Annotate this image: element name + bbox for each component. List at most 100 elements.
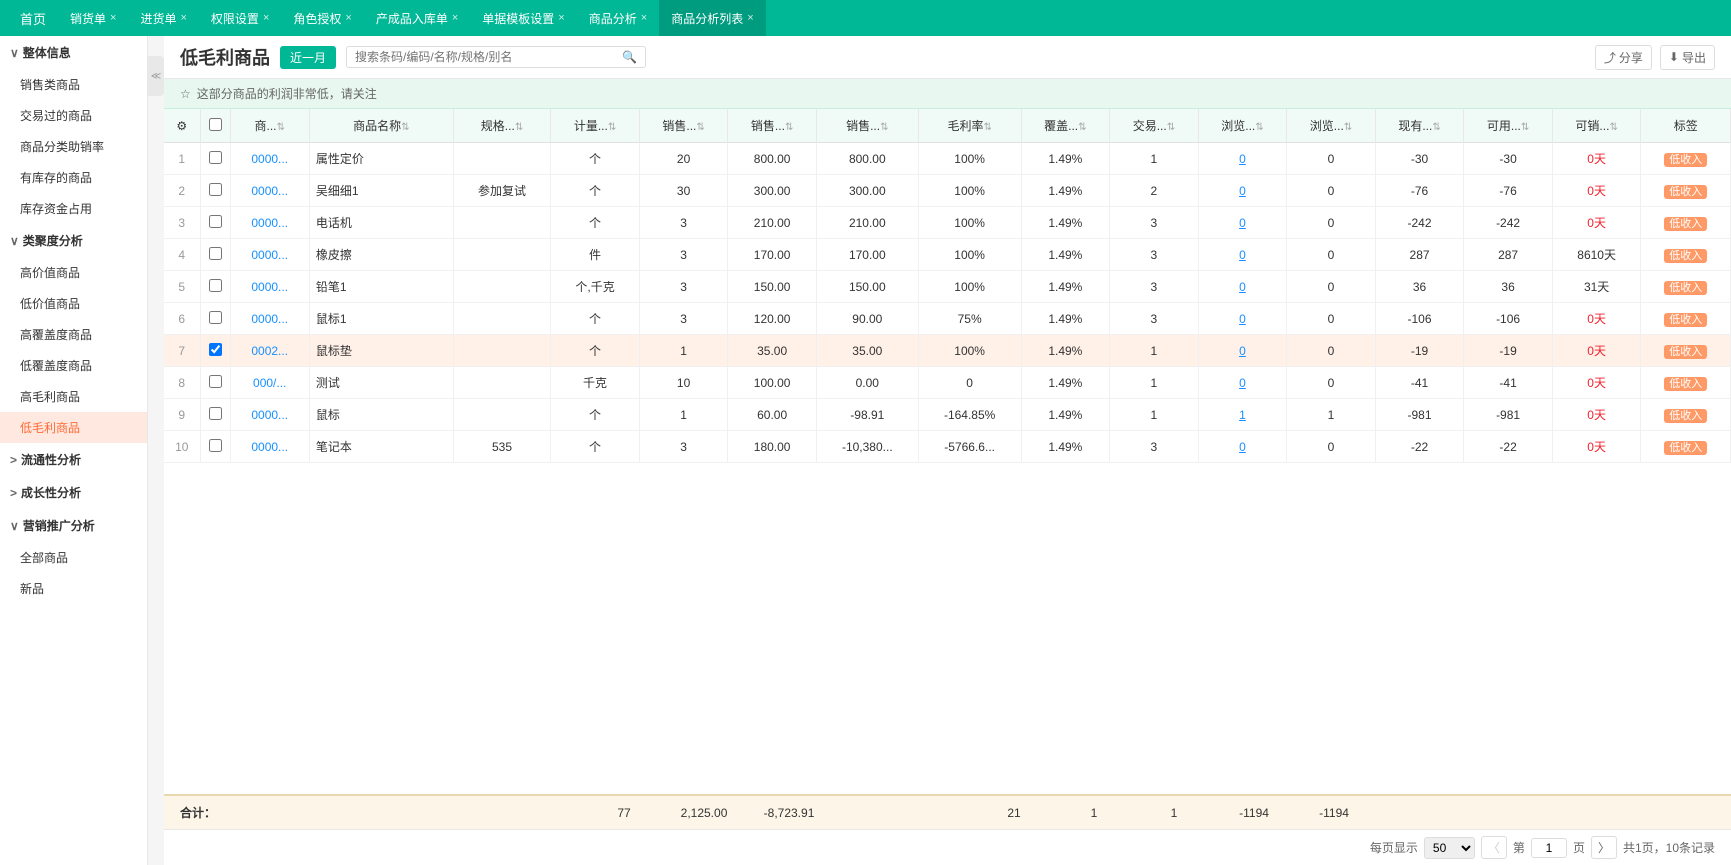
row-select-checkbox[interactable] <box>209 151 222 164</box>
row-view1[interactable]: 0 <box>1198 335 1287 367</box>
row-select-checkbox[interactable] <box>209 375 222 388</box>
row-view1[interactable]: 0 <box>1198 303 1287 335</box>
row-view1[interactable]: 0 <box>1198 431 1287 463</box>
row-checkbox[interactable] <box>200 239 230 271</box>
sidebar-group-circulation[interactable]: > 流通性分析 <box>0 443 147 476</box>
sidebar-collapse-button[interactable]: ≪ <box>148 56 164 96</box>
search-input[interactable] <box>355 50 622 64</box>
row-view1[interactable]: 0 <box>1198 239 1287 271</box>
row-select-checkbox[interactable] <box>209 247 222 260</box>
sidebar-group-cluster[interactable]: ∨ 类聚度分析 <box>0 224 147 257</box>
sidebar-item-all-goods[interactable]: 全部商品 <box>0 542 147 573</box>
gross-margin-col-header[interactable]: 毛利率⇅ <box>918 109 1021 143</box>
nav-product-stock[interactable]: 产成品入库单 × <box>364 0 470 36</box>
row-select-checkbox[interactable] <box>209 215 222 228</box>
nav-goods-analysis-list[interactable]: 商品分析列表 × <box>659 0 765 36</box>
sidebar-item-high-coverage[interactable]: 高覆盖度商品 <box>0 319 147 350</box>
sidebar-item-traded-goods[interactable]: 交易过的商品 <box>0 100 147 131</box>
sort-icon: ⇅ <box>1344 122 1352 133</box>
row-select-checkbox[interactable] <box>209 343 222 356</box>
time-filter-button[interactable]: 近一月 <box>280 46 336 69</box>
next-page-button[interactable]: 〉 <box>1591 836 1617 859</box>
row-num: 7 <box>164 335 200 367</box>
close-goods-analysis-tab[interactable]: × <box>641 12 647 24</box>
sidebar-group-marketing[interactable]: ∨ 营销推广分析 <box>0 509 147 542</box>
row-view1[interactable]: 0 <box>1198 271 1287 303</box>
row-checkbox[interactable] <box>200 367 230 399</box>
row-checkbox[interactable] <box>200 399 230 431</box>
prev-page-button[interactable]: 〈 <box>1481 836 1507 859</box>
row-select-checkbox[interactable] <box>209 183 222 196</box>
view2-col-header[interactable]: 浏览...⇅ <box>1287 109 1376 143</box>
sidebar-item-stocked-goods[interactable]: 有库存的商品 <box>0 162 147 193</box>
view1-col-header[interactable]: 浏览...⇅ <box>1198 109 1287 143</box>
sidebar-item-category-rate[interactable]: 商品分类助销率 <box>0 131 147 162</box>
export-button[interactable]: ⬇ 导出 <box>1660 45 1715 70</box>
sidebar-group-growth[interactable]: > 成长性分析 <box>0 476 147 509</box>
row-checkbox[interactable] <box>200 303 230 335</box>
spec-col-header[interactable]: 规格...⇅ <box>453 109 551 143</box>
row-select-checkbox[interactable] <box>209 439 222 452</box>
row-view1[interactable]: 0 <box>1198 175 1287 207</box>
nav-goods-analysis[interactable]: 商品分析 × <box>577 0 659 36</box>
row-select-checkbox[interactable] <box>209 311 222 324</box>
nav-home[interactable]: 首页 <box>8 0 58 36</box>
name-col-header[interactable]: 商品名称⇅ <box>309 109 453 143</box>
sidebar-item-high-margin[interactable]: 高毛利商品 <box>0 381 147 412</box>
nav-template[interactable]: 单据模板设置 × <box>470 0 576 36</box>
sales-amount-col-header[interactable]: 销售...⇅ <box>816 109 918 143</box>
row-select-checkbox[interactable] <box>209 279 222 292</box>
tag-col-header[interactable]: 标签 <box>1641 109 1731 143</box>
sidebar-item-new-goods[interactable]: 新品 <box>0 573 147 604</box>
share-button[interactable]: ⤴ 分享 <box>1595 45 1652 70</box>
select-all-checkbox[interactable] <box>209 118 222 131</box>
checkbox-col-header[interactable] <box>200 109 230 143</box>
search-icon[interactable]: 🔍 <box>622 50 637 64</box>
current-col-header[interactable]: 现有...⇅ <box>1375 109 1464 143</box>
row-view1[interactable]: 0 <box>1198 207 1287 239</box>
close-permissions-tab[interactable]: × <box>263 12 269 24</box>
nav-purchase[interactable]: 进货单 × <box>128 0 198 36</box>
row-checkbox[interactable] <box>200 143 230 175</box>
row-name: 鼠标1 <box>309 303 453 335</box>
sidebar-item-low-coverage[interactable]: 低覆盖度商品 <box>0 350 147 381</box>
row-checkbox[interactable] <box>200 175 230 207</box>
nav-role-auth[interactable]: 角色授权 × <box>281 0 363 36</box>
sidebar-item-high-value[interactable]: 高价值商品 <box>0 257 147 288</box>
close-purchase-tab[interactable]: × <box>180 12 186 24</box>
sales-price-col-header[interactable]: 销售...⇅ <box>728 109 817 143</box>
row-sales-amount: -98.91 <box>816 399 918 431</box>
row-view1[interactable]: 1 <box>1198 399 1287 431</box>
close-template-tab[interactable]: × <box>558 12 564 24</box>
settings-col-header[interactable]: ⚙ <box>164 109 200 143</box>
close-role-tab[interactable]: × <box>345 12 351 24</box>
close-product-stock-tab[interactable]: × <box>452 12 458 24</box>
sales-qty-col-header[interactable]: 销售...⇅ <box>639 109 728 143</box>
row-checkbox[interactable] <box>200 271 230 303</box>
saleable-col-header[interactable]: 可销...⇅ <box>1552 109 1641 143</box>
per-page-select[interactable]: 50 100 200 <box>1424 837 1475 859</box>
row-view1[interactable]: 0 <box>1198 143 1287 175</box>
sidebar-item-sales-goods[interactable]: 销售类商品 <box>0 69 147 100</box>
total-trade: 21 <box>974 806 1054 820</box>
code-col-header[interactable]: 商...⇅ <box>230 109 309 143</box>
close-goods-analysis-list-tab[interactable]: × <box>747 12 753 24</box>
trade-col-header[interactable]: 交易...⇅ <box>1110 109 1199 143</box>
unit-col-header[interactable]: 计量...⇅ <box>551 109 640 143</box>
sidebar-item-low-margin[interactable]: 低毛利商品 <box>0 412 147 443</box>
nav-permissions[interactable]: 权限设置 × <box>199 0 281 36</box>
sidebar-item-inventory-capital[interactable]: 库存资金占用 <box>0 193 147 224</box>
close-sales-tab[interactable]: × <box>110 12 116 24</box>
row-checkbox[interactable] <box>200 431 230 463</box>
page-input[interactable] <box>1531 838 1567 858</box>
available-col-header[interactable]: 可用...⇅ <box>1464 109 1553 143</box>
sidebar-item-low-value[interactable]: 低价值商品 <box>0 288 147 319</box>
nav-sales[interactable]: 销货单 × <box>58 0 128 36</box>
row-trade: 3 <box>1110 239 1199 271</box>
row-checkbox[interactable] <box>200 335 230 367</box>
sidebar-group-overall[interactable]: ∨ 整体信息 <box>0 36 147 69</box>
row-view1[interactable]: 0 <box>1198 367 1287 399</box>
row-select-checkbox[interactable] <box>209 407 222 420</box>
row-checkbox[interactable] <box>200 207 230 239</box>
coverage-col-header[interactable]: 覆盖...⇅ <box>1021 109 1110 143</box>
